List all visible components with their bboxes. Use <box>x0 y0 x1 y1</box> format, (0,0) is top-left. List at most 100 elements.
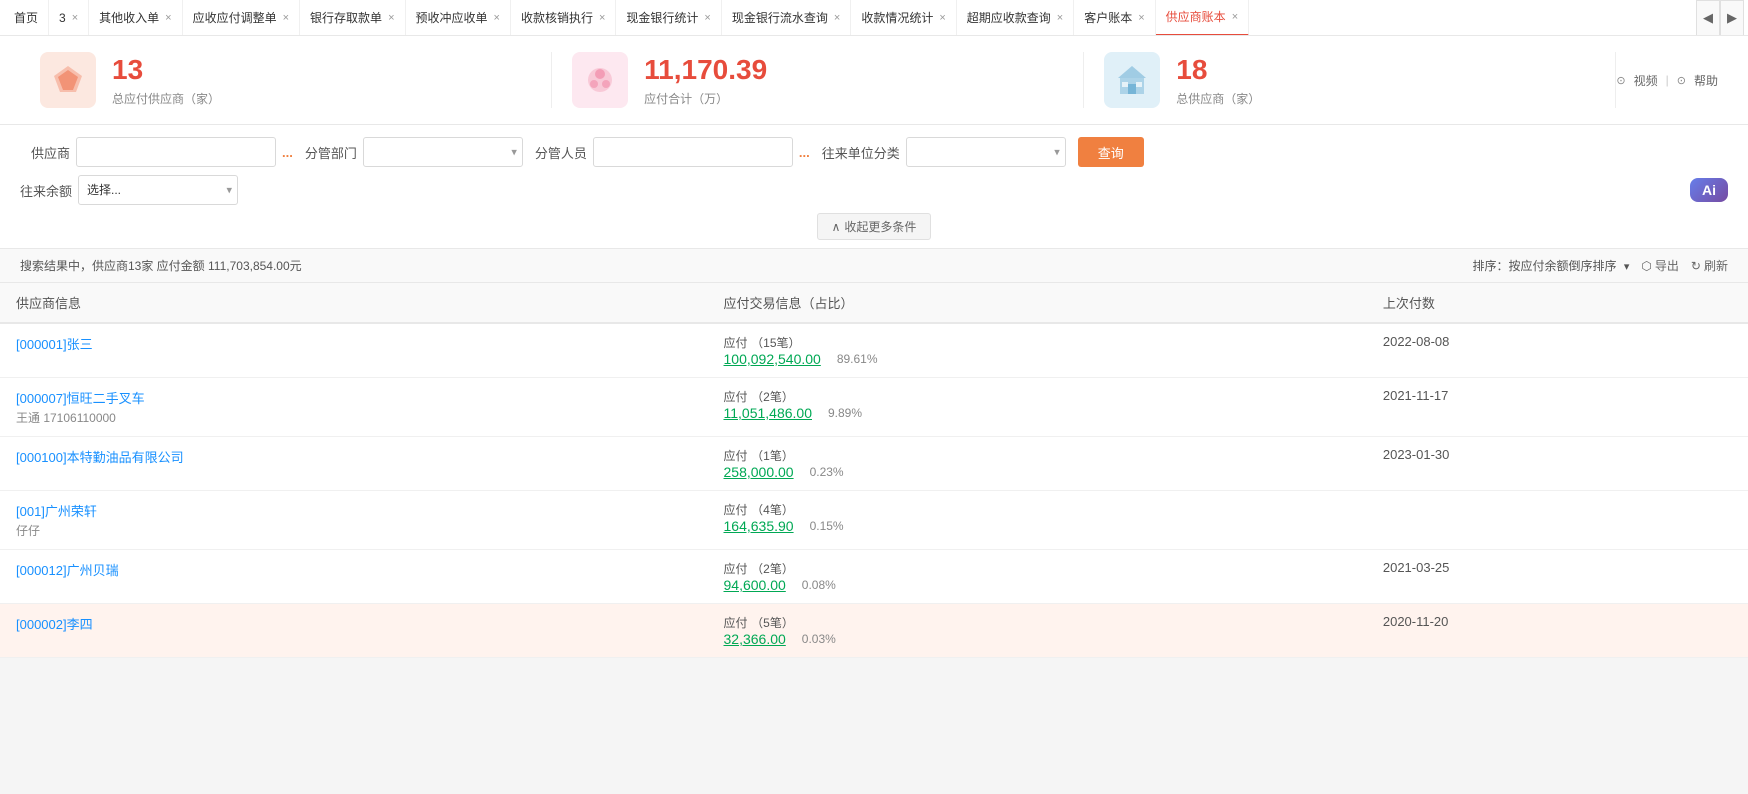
supplier-link[interactable]: [001]广州荣轩 <box>16 504 97 519</box>
supplier-link[interactable]: [000012]广州贝瑞 <box>16 563 119 578</box>
refresh-button[interactable]: ↻ 刷新 <box>1691 257 1728 274</box>
tx-percent: 0.03% <box>802 632 836 646</box>
close-icon[interactable]: × <box>1232 11 1238 23</box>
table-row: [000007]恒旺二手叉车 王通 17106110000 应付 （2笔） 11… <box>0 378 1748 437</box>
supplier-sub: 仔仔 <box>16 522 692 539</box>
balance-label: 往来余额 <box>20 181 72 200</box>
video-link[interactable]: 视频 <box>1634 72 1658 89</box>
tx-cell: 应付 （2笔） 11,051,486.00 9.89% <box>708 378 1367 437</box>
query-button[interactable]: 查询 <box>1078 137 1144 167</box>
tx-count: （5笔） <box>751 616 794 630</box>
category-select[interactable] <box>906 137 1066 167</box>
nav-item-collect-stat[interactable]: 收款情况统计 × <box>851 0 956 36</box>
nav-item-supplier-ledger[interactable]: 供应商账本 × <box>1156 0 1249 36</box>
ai-assistant-button[interactable]: Ai <box>1690 178 1728 202</box>
tx-amount[interactable]: 11,051,486.00 <box>724 405 813 421</box>
help-link[interactable]: 帮助 <box>1694 72 1718 89</box>
tx-label: 应付 <box>724 449 748 463</box>
close-icon[interactable]: × <box>1057 12 1063 24</box>
close-icon[interactable]: × <box>283 12 289 24</box>
collapse-label: 收起更多条件 <box>844 218 916 235</box>
nav-item-overdue[interactable]: 超期应收款查询 × <box>957 0 1074 36</box>
tx-amount[interactable]: 258,000.00 <box>724 464 794 480</box>
sort-label: 排序：按应付余额倒序排序 ▾ <box>1473 257 1630 274</box>
tx-amount[interactable]: 32,366.00 <box>724 631 786 647</box>
nav-next-button[interactable]: ▶ <box>1720 0 1744 36</box>
supplier-link[interactable]: [000100]本特勤油品有限公司 <box>16 450 184 465</box>
summary-card-payable-suppliers: 13 总应付供应商（家） <box>20 52 552 108</box>
spacer-cell <box>1716 491 1748 550</box>
supplier-sub: 王通 17106110000 <box>16 409 692 426</box>
tx-cell: 应付 （1笔） 258,000.00 0.23% <box>708 437 1367 491</box>
nav-item-bank[interactable]: 银行存取款单 × <box>300 0 405 36</box>
nav-item-income[interactable]: 其他收入单 × <box>89 0 182 36</box>
last-pay-cell: 2020-11-20 <box>1367 604 1716 658</box>
dept-select-wrapper <box>363 137 523 167</box>
dept-select[interactable] <box>363 137 523 167</box>
close-icon[interactable]: × <box>494 12 500 24</box>
spacer-cell <box>1716 378 1748 437</box>
close-icon[interactable]: × <box>939 12 945 24</box>
nav-item-cash-stat[interactable]: 现金银行统计 × <box>616 0 721 36</box>
total-suppliers-number: 18 <box>1176 53 1595 87</box>
collapse-button[interactable]: ∧ 收起更多条件 <box>817 213 932 240</box>
total-payable-label: 应付合计（万） <box>644 90 1063 107</box>
last-pay-date: 2021-11-17 <box>1383 388 1449 403</box>
close-icon[interactable]: × <box>834 12 840 24</box>
table-row: [000012]广州贝瑞 应付 （2笔） 94,600.00 0.08% 202… <box>0 550 1748 604</box>
nav-label: 供应商账本 <box>1166 8 1226 25</box>
grain-icon <box>572 52 628 108</box>
close-icon[interactable]: × <box>1138 12 1144 24</box>
table-row: [001]广州荣轩 仔仔 应付 （4笔） 164,635.90 0.15% <box>0 491 1748 550</box>
nav-item-prepay[interactable]: 预收冲应收单 × <box>406 0 511 36</box>
supplier-table: 供应商信息 应付交易信息（占比） 上次付数 [000001]张三 应付 （15笔… <box>0 283 1748 658</box>
supplier-link[interactable]: [000002]李四 <box>16 617 93 632</box>
close-icon[interactable]: × <box>165 12 171 24</box>
tx-amount[interactable]: 100,092,540.00 <box>724 351 821 367</box>
table-row: [000100]本特勤油品有限公司 应付 （1笔） 258,000.00 0.2… <box>0 437 1748 491</box>
nav-item-adjust[interactable]: 应收应付调整单 × <box>183 0 300 36</box>
supplier-cell: [000001]张三 <box>0 323 708 378</box>
tx-amount[interactable]: 164,635.90 <box>724 518 794 534</box>
nav-label: 收款情况统计 <box>861 9 933 26</box>
nav-item-home[interactable]: 首页 <box>4 0 49 36</box>
balance-select[interactable]: 选择... <box>78 175 238 205</box>
col-header-last-pay: 上次付数 <box>1367 283 1716 323</box>
tx-amount[interactable]: 94,600.00 <box>724 577 786 593</box>
close-icon[interactable]: × <box>72 12 78 24</box>
supplier-link[interactable]: [000007]恒旺二手叉车 <box>16 391 145 406</box>
last-pay-date: 2022-08-08 <box>1383 334 1450 349</box>
nav-prev-button[interactable]: ◀ <box>1696 0 1720 36</box>
person-input[interactable] <box>593 137 793 167</box>
close-icon[interactable]: × <box>704 12 710 24</box>
col-header-tx: 应付交易信息（占比） <box>708 283 1367 323</box>
person-dots-btn[interactable]: ... <box>799 145 810 160</box>
nav-label: 预收冲应收单 <box>416 9 488 26</box>
nav-item-3[interactable]: 3 × <box>49 0 89 36</box>
refresh-icon: ↻ <box>1691 259 1701 273</box>
nav-label: 收款核销执行 <box>521 9 593 26</box>
supplier-input[interactable] <box>76 137 276 167</box>
close-icon[interactable]: × <box>388 12 394 24</box>
supplier-dots-btn[interactable]: ... <box>282 145 293 160</box>
tx-count: （2笔） <box>751 390 794 404</box>
nav-item-customer-ledger[interactable]: 客户账本 × <box>1074 0 1155 36</box>
last-pay-cell: 2022-08-08 <box>1367 323 1716 378</box>
nav-label: 其他收入单 <box>99 9 159 26</box>
tx-count: （2笔） <box>751 562 794 576</box>
col-header-supplier: 供应商信息 <box>0 283 708 323</box>
export-button[interactable]: ⬡ 导出 <box>1641 257 1679 274</box>
nav-item-collect[interactable]: 收款核销执行 × <box>511 0 616 36</box>
dept-label: 分管部门 <box>305 143 357 162</box>
total-suppliers-label: 总供应商（家） <box>1176 90 1595 107</box>
filter-supplier: 供应商 ... <box>20 137 293 167</box>
shop-icon <box>1104 52 1160 108</box>
nav-label: 现金银行统计 <box>626 9 698 26</box>
nav-item-cash-flow[interactable]: 现金银行流水查询 × <box>722 0 851 36</box>
supplier-link[interactable]: [000001]张三 <box>16 337 93 352</box>
last-pay-date: 2023-01-30 <box>1383 447 1450 462</box>
close-icon[interactable]: × <box>599 12 605 24</box>
supplier-cell: [000012]广州贝瑞 <box>0 550 708 604</box>
diamond-icon <box>40 52 96 108</box>
last-pay-date: 2021-03-25 <box>1383 560 1450 575</box>
